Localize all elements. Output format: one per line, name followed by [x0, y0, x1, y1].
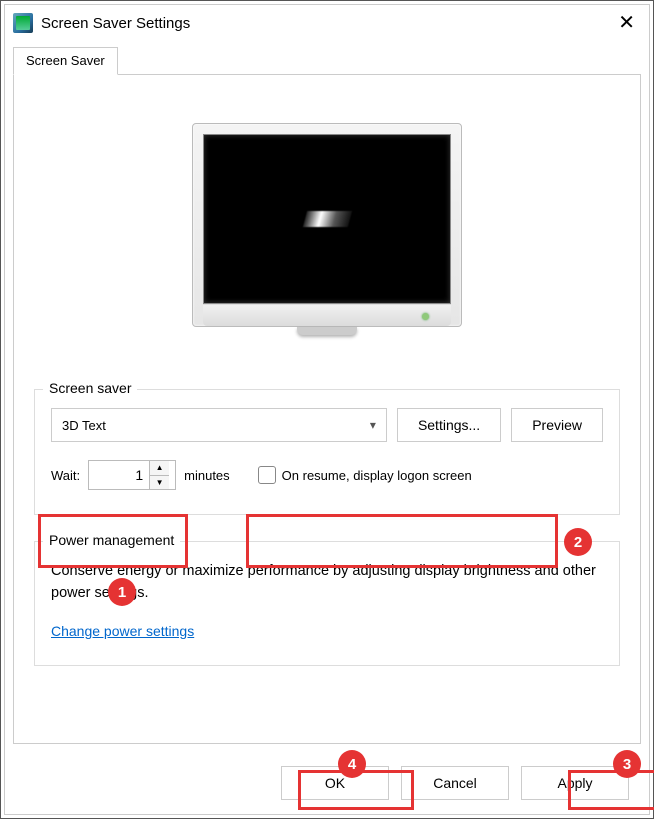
resume-checkbox-wrap[interactable]: On resume, display logon screen	[258, 466, 472, 484]
cancel-button[interactable]: Cancel	[401, 766, 509, 800]
power-group: Power management Conserve energy or maxi…	[34, 541, 620, 666]
preview-3d-text	[302, 211, 351, 227]
window-title: Screen Saver Settings	[41, 15, 190, 32]
power-text: Conserve energy or maximize performance …	[51, 560, 603, 605]
screensaver-legend: Screen saver	[43, 380, 137, 396]
preview-area	[34, 91, 620, 375]
cancel-button-label: Cancel	[433, 775, 477, 791]
spinner-down-icon[interactable]: ▼	[150, 476, 169, 490]
tab-body: Screen saver 3D Text ▾ Settings... Previ…	[13, 74, 641, 744]
tab-strip: Screen Saver	[13, 47, 641, 75]
screensaver-group: Screen saver 3D Text ▾ Settings... Previ…	[34, 389, 620, 515]
preview-screen	[203, 134, 451, 304]
app-icon	[13, 13, 33, 33]
spinner-up-icon[interactable]: ▲	[150, 461, 169, 476]
resume-checkbox-label: On resume, display logon screen	[282, 468, 472, 483]
settings-button-label: Settings...	[418, 417, 480, 433]
close-icon[interactable]: ✕	[612, 11, 641, 35]
tab-label: Screen Saver	[26, 53, 105, 68]
power-led-icon	[422, 313, 429, 320]
ok-button[interactable]: OK	[281, 766, 389, 800]
resume-checkbox[interactable]	[258, 466, 276, 484]
apply-button[interactable]: Apply	[521, 766, 629, 800]
screensaver-select[interactable]: 3D Text ▾	[51, 408, 387, 442]
monitor-preview	[192, 123, 462, 335]
select-value: 3D Text	[62, 418, 106, 433]
ok-button-label: OK	[325, 775, 345, 791]
titlebar: Screen Saver Settings ✕	[5, 5, 649, 41]
settings-button[interactable]: Settings...	[397, 408, 501, 442]
preview-button[interactable]: Preview	[511, 408, 603, 442]
minutes-label: minutes	[184, 468, 230, 483]
chevron-down-icon: ▾	[370, 418, 376, 432]
dialog-buttons: OK Cancel Apply	[5, 752, 649, 814]
wait-label: Wait:	[51, 468, 80, 483]
wait-spinner[interactable]: ▲ ▼	[88, 460, 176, 490]
power-legend: Power management	[43, 532, 180, 548]
tab-screen-saver[interactable]: Screen Saver	[13, 47, 118, 75]
change-power-settings-link[interactable]: Change power settings	[51, 623, 194, 639]
wait-input[interactable]	[89, 461, 149, 489]
apply-button-label: Apply	[557, 775, 592, 791]
preview-button-label: Preview	[532, 417, 582, 433]
